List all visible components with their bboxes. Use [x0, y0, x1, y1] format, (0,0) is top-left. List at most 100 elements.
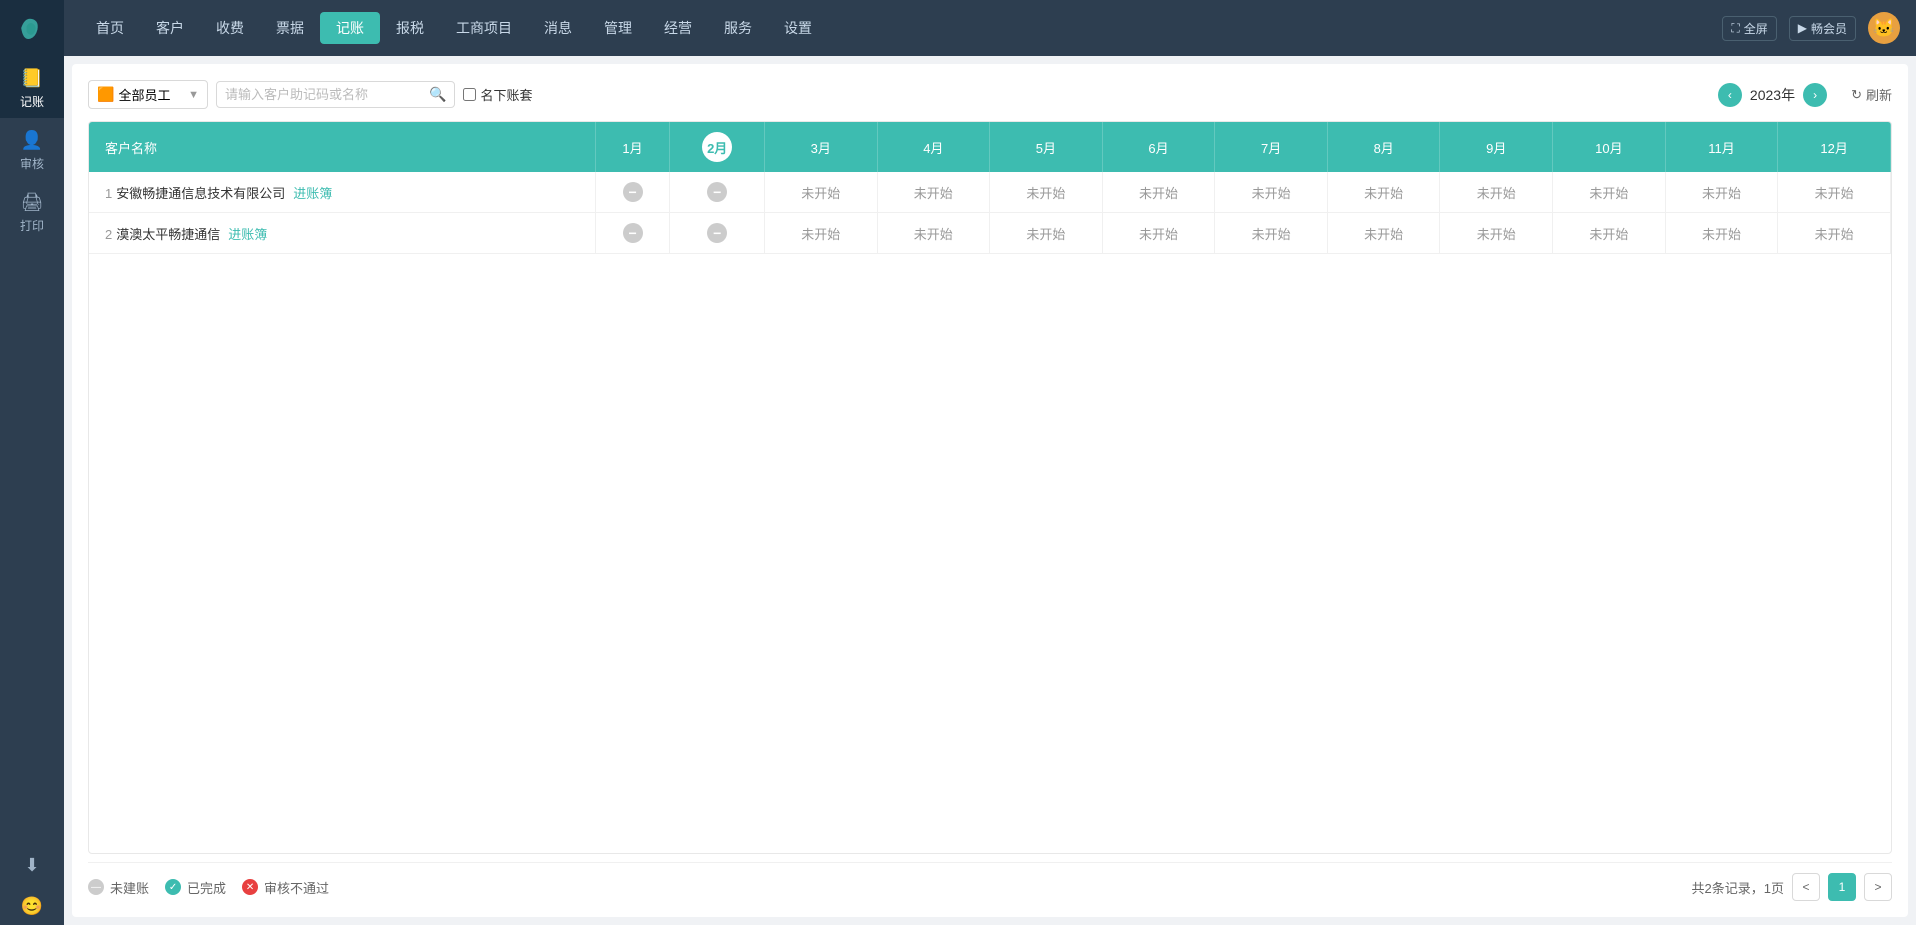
year-nav: ‹ 2023年 › [1718, 83, 1827, 107]
sidebar-item-support[interactable]: 😊 [21, 884, 43, 925]
not-started-label: 未开始 [1364, 186, 1403, 201]
sidebar-item-print[interactable]: 🖨 打印 [0, 180, 64, 242]
legend-rejected: ✕ 审核不通过 [242, 878, 329, 897]
sidebar-item-bookkeeping-label: 记账 [20, 93, 44, 110]
not-started-label: 未开始 [914, 186, 953, 201]
row-index: 1 [105, 186, 112, 201]
table-wrap: 客户名称 1月 2月 3月 4月 5月 6月 7月 8月 9月 10月 11月 [88, 121, 1892, 854]
dash-icon[interactable]: − [707, 182, 727, 202]
row-1-month-1[interactable]: − [595, 213, 670, 254]
row-1-month-5: 未开始 [990, 213, 1103, 254]
search-input[interactable] [225, 87, 425, 102]
row-1-month-3: 未开始 [764, 213, 877, 254]
download-icon: ⬇ [24, 855, 39, 876]
legend-completed: ✓ 已完成 [165, 878, 226, 897]
fullscreen-icon: ⛶ [1731, 21, 1739, 36]
prev-year-button[interactable]: ‹ [1718, 83, 1742, 107]
topnav: 首页 客户 收费 票据 记账 报税 工商项目 消息 管理 经营 服务 设置 ⛶ … [64, 0, 1916, 56]
row-0-month-5: 未开始 [990, 172, 1103, 213]
current-month-circle: 2月 [702, 132, 732, 162]
sidebar-item-audit[interactable]: 👤 审核 [0, 118, 64, 180]
refresh-button[interactable]: ↻ 刷新 [1851, 85, 1892, 104]
page: 🟧 全部员工 ▼ 🔍 名下账套 ‹ 2023年 › [72, 64, 1908, 917]
avatar[interactable]: 🐱 [1868, 12, 1900, 44]
row-0-month-4: 未开始 [877, 172, 990, 213]
row-0-month-1[interactable]: − [595, 172, 670, 213]
not-started-label: 未开始 [1477, 186, 1516, 201]
row-1-month-2[interactable]: − [670, 213, 764, 254]
not-started-label: 未开始 [1252, 227, 1291, 242]
col-m5: 5月 [990, 122, 1103, 172]
account-set-checkbox[interactable] [463, 88, 476, 101]
search-button[interactable]: 🔍 [429, 86, 446, 103]
row-1-month-4: 未开始 [877, 213, 990, 254]
not-started-label: 未开始 [1252, 186, 1291, 201]
row-1-month-12: 未开始 [1778, 213, 1891, 254]
enter-book-link[interactable]: 进账簿 [228, 227, 267, 242]
support-icon: 😊 [21, 896, 43, 917]
row-0-month-11: 未开始 [1665, 172, 1778, 213]
col-m9: 9月 [1440, 122, 1553, 172]
nav-invoice[interactable]: 票据 [260, 12, 320, 44]
nav-tax[interactable]: 报税 [380, 12, 440, 44]
dash-icon[interactable]: − [707, 223, 727, 243]
nav-operation[interactable]: 经营 [648, 12, 708, 44]
not-started-label: 未开始 [1139, 186, 1178, 201]
employee-filter-label: 全部员工 [118, 85, 170, 104]
sidebar-logo [0, 0, 64, 56]
nav-management[interactable]: 管理 [588, 12, 648, 44]
dash-icon[interactable]: − [623, 223, 643, 243]
legend-completed-label: 已完成 [187, 878, 226, 897]
total-text: 共2条记录，1页 [1692, 878, 1784, 897]
next-year-button[interactable]: › [1803, 83, 1827, 107]
prev-page-button[interactable]: < [1792, 873, 1820, 901]
nav-business[interactable]: 工商项目 [440, 12, 528, 44]
row-index: 2 [105, 227, 112, 242]
row-1-month-11: 未开始 [1665, 213, 1778, 254]
row-1-month-6: 未开始 [1102, 213, 1215, 254]
sidebar-item-bookkeeping[interactable]: 📒 记账 [0, 56, 64, 118]
employee-filter[interactable]: 🟧 全部员工 ▼ [88, 80, 208, 109]
page-1-button[interactable]: 1 [1828, 873, 1856, 901]
dash-icon[interactable]: − [623, 182, 643, 202]
fullscreen-label: 全屏 [1744, 20, 1768, 37]
nav-bookkeeping[interactable]: 记账 [320, 12, 380, 44]
sidebar-item-download[interactable]: ⬇ [21, 843, 43, 884]
account-set-checkbox-wrap[interactable]: 名下账套 [463, 85, 532, 104]
row-0-month-2[interactable]: − [670, 172, 764, 213]
row-1-month-10: 未开始 [1553, 213, 1666, 254]
nav-home[interactable]: 首页 [80, 12, 140, 44]
enter-book-link[interactable]: 进账簿 [293, 186, 332, 201]
col-m1: 1月 [595, 122, 670, 172]
vip-button[interactable]: ▶ 畅会员 [1789, 16, 1856, 41]
not-started-label: 未开始 [1702, 227, 1741, 242]
not-started-label: 未开始 [801, 186, 840, 201]
col-m2: 2月 [670, 122, 764, 172]
row-0-month-9: 未开始 [1440, 172, 1553, 213]
client-name: 安徽畅捷通信息技术有限公司 [116, 186, 285, 201]
row-0-month-8: 未开始 [1327, 172, 1440, 213]
row-0-month-3: 未开始 [764, 172, 877, 213]
row-0-month-6: 未开始 [1102, 172, 1215, 213]
nav-service[interactable]: 服务 [708, 12, 768, 44]
fullscreen-button[interactable]: ⛶ 全屏 [1722, 16, 1776, 41]
legend-not-created-label: 未建账 [110, 878, 149, 897]
nav-customer[interactable]: 客户 [140, 12, 200, 44]
client-name: 漠澳太平畅捷通信 [116, 227, 220, 242]
sidebar-item-print-label: 打印 [20, 217, 44, 234]
legend-red-icon: ✕ [242, 879, 258, 895]
col-m6: 6月 [1102, 122, 1215, 172]
not-started-label: 未开始 [914, 227, 953, 242]
sidebar-item-audit-label: 审核 [20, 155, 44, 172]
main-area: 首页 客户 收费 票据 记账 报税 工商项目 消息 管理 经营 服务 设置 ⛶ … [64, 0, 1916, 925]
nav-fee[interactable]: 收费 [200, 12, 260, 44]
not-started-label: 未开始 [801, 227, 840, 242]
bookkeeping-table: 客户名称 1月 2月 3月 4月 5月 6月 7月 8月 9月 10月 11月 [89, 122, 1891, 254]
next-page-button[interactable]: > [1864, 873, 1892, 901]
row-0-month-10: 未开始 [1553, 172, 1666, 213]
legend-teal-icon: ✓ [165, 879, 181, 895]
nav-message[interactable]: 消息 [528, 12, 588, 44]
nav-settings[interactable]: 设置 [768, 12, 828, 44]
row-0-name-cell: 1 安徽畅捷通信息技术有限公司进账簿 [89, 172, 595, 213]
search-wrap: 🔍 [216, 81, 455, 108]
